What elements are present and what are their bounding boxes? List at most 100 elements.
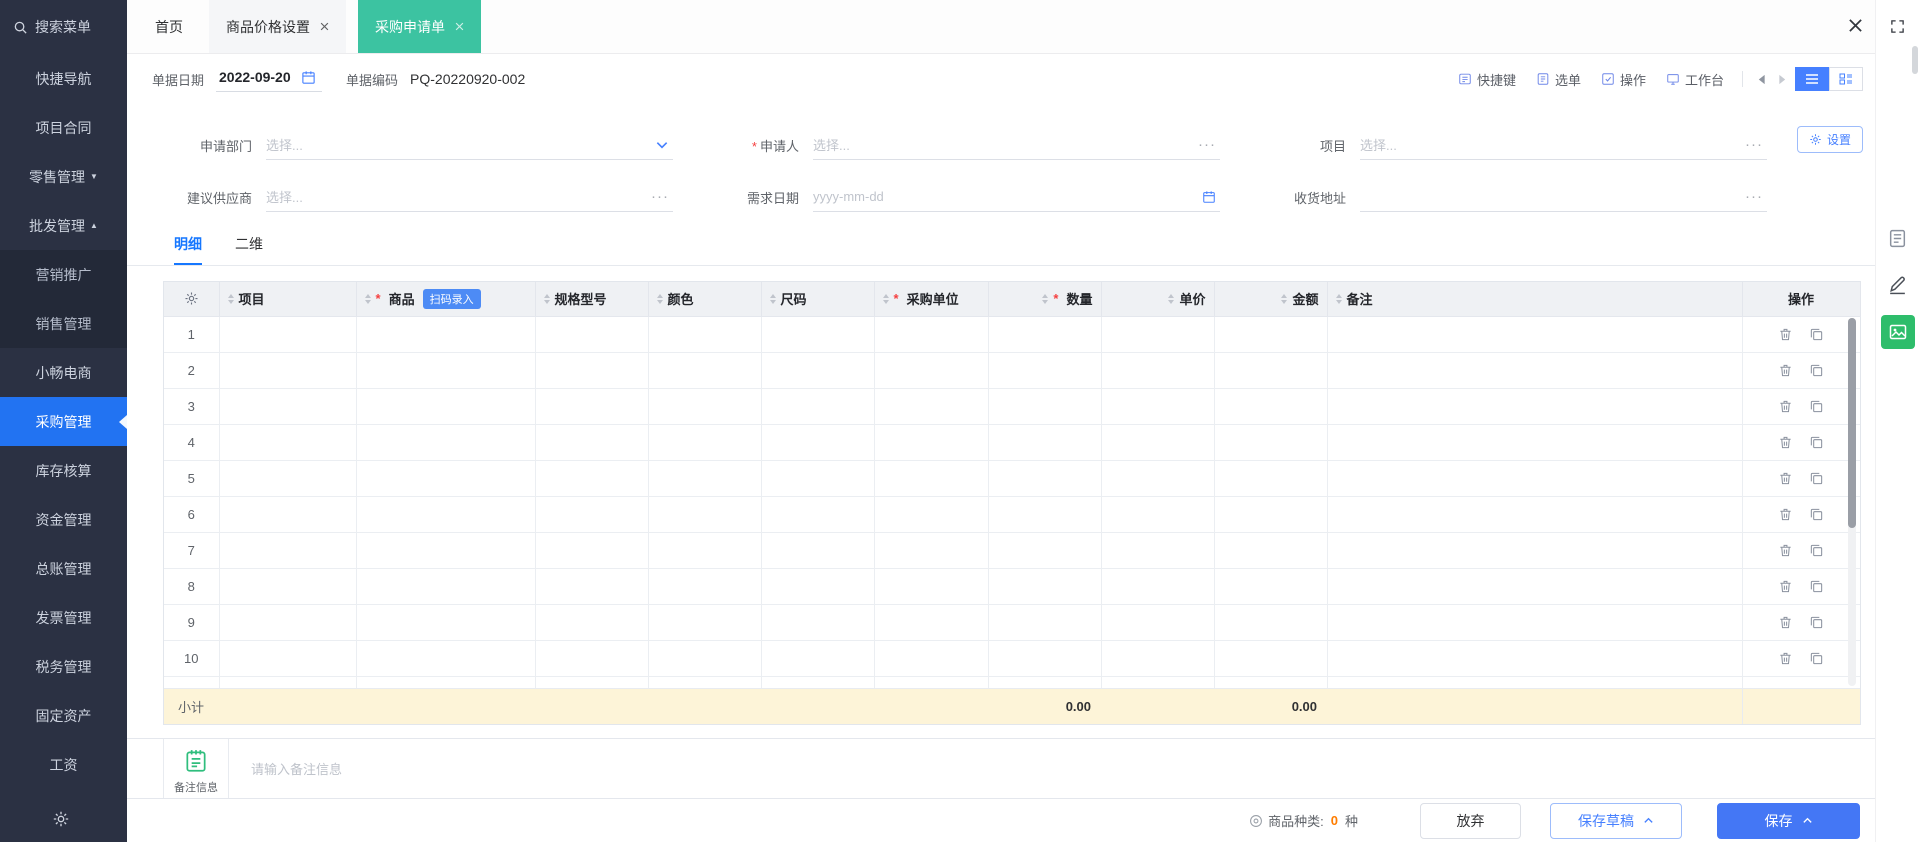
- table-cell[interactable]: [988, 352, 1102, 389]
- table-cell[interactable]: [1327, 388, 1743, 425]
- column-header[interactable]: * 数量: [988, 282, 1102, 317]
- table-cell[interactable]: [1214, 676, 1328, 688]
- scrollbar-thumb[interactable]: [1848, 318, 1856, 528]
- table-cell[interactable]: [535, 532, 649, 569]
- table-cell[interactable]: [1101, 316, 1215, 353]
- table-cell[interactable]: [648, 640, 762, 677]
- copy-row-icon[interactable]: [1809, 399, 1824, 414]
- table-cell[interactable]: [356, 316, 536, 353]
- save-draft-button[interactable]: 保存草稿: [1550, 802, 1682, 839]
- table-cell[interactable]: [1214, 532, 1328, 569]
- table-cell[interactable]: [874, 424, 989, 461]
- copy-row-icon[interactable]: [1809, 363, 1824, 378]
- table-cell[interactable]: [988, 676, 1102, 688]
- table-cell[interactable]: [1101, 676, 1215, 688]
- sort-icon[interactable]: [882, 293, 889, 304]
- sidebar-item-general-ledger[interactable]: 总账管理: [0, 544, 127, 593]
- table-cell[interactable]: [1101, 532, 1215, 569]
- delete-row-icon[interactable]: [1778, 435, 1793, 450]
- delete-row-icon[interactable]: [1778, 507, 1793, 522]
- close-icon[interactable]: [1848, 18, 1863, 33]
- table-cell[interactable]: [1327, 316, 1743, 353]
- table-cell[interactable]: [535, 604, 649, 641]
- table-cell[interactable]: [988, 388, 1102, 425]
- table-cell[interactable]: [648, 676, 762, 688]
- copy-row-icon[interactable]: [1809, 579, 1824, 594]
- table-cell[interactable]: [356, 604, 536, 641]
- copy-row-icon[interactable]: [1809, 543, 1824, 558]
- remark-tab[interactable]: 备注信息: [163, 739, 229, 798]
- sidebar-item-tax-mgmt[interactable]: 税务管理: [0, 642, 127, 691]
- table-cell[interactable]: [219, 424, 357, 461]
- calendar-icon[interactable]: [1202, 190, 1220, 204]
- table-cell[interactable]: [988, 496, 1102, 533]
- table-cell[interactable]: [761, 460, 875, 497]
- column-header[interactable]: 规格型号: [535, 282, 649, 317]
- ellipsis-icon[interactable]: ···: [1745, 188, 1767, 205]
- tab-home[interactable]: 首页: [145, 0, 193, 53]
- table-cell[interactable]: [1214, 460, 1328, 497]
- table-cell[interactable]: [1214, 316, 1328, 353]
- table-cell[interactable]: [761, 496, 875, 533]
- table-cell[interactable]: [1214, 604, 1328, 641]
- table-cell[interactable]: [988, 640, 1102, 677]
- sidebar-item-marketing-promo[interactable]: 营销推广: [0, 250, 127, 299]
- table-cell[interactable]: [761, 532, 875, 569]
- table-cell[interactable]: [1214, 424, 1328, 461]
- field-input[interactable]: yyyy-mm-dd: [813, 182, 1220, 212]
- table-cell[interactable]: [874, 640, 989, 677]
- table-cell[interactable]: [988, 424, 1102, 461]
- sidebar-item-xiaochang-ecommerce[interactable]: 小畅电商: [0, 348, 127, 397]
- table-cell[interactable]: [648, 568, 762, 605]
- table-cell[interactable]: [648, 460, 762, 497]
- column-header[interactable]: 项目: [219, 282, 357, 317]
- copy-row-icon[interactable]: [1809, 687, 1824, 688]
- table-cell[interactable]: [1327, 568, 1743, 605]
- table-cell[interactable]: [1214, 568, 1328, 605]
- table-scrollbar[interactable]: [1848, 318, 1856, 686]
- table-cell[interactable]: [219, 388, 357, 425]
- table-cell[interactable]: [874, 532, 989, 569]
- column-header[interactable]: * 商品 扫码录入: [356, 282, 536, 317]
- table-cell[interactable]: [648, 316, 762, 353]
- tab-product-price-settings[interactable]: 商品价格设置: [209, 0, 346, 53]
- tab-close-icon[interactable]: [320, 22, 329, 31]
- copy-row-icon[interactable]: [1809, 507, 1824, 522]
- table-cell[interactable]: [648, 496, 762, 533]
- table-cell[interactable]: [761, 352, 875, 389]
- tab-close-icon[interactable]: [455, 22, 464, 31]
- copy-row-icon[interactable]: [1809, 327, 1824, 342]
- table-cell[interactable]: [648, 532, 762, 569]
- report-icon[interactable]: [1887, 228, 1908, 249]
- sidebar-item-project-contract[interactable]: 项目合同: [0, 103, 127, 152]
- table-cell[interactable]: [648, 424, 762, 461]
- sidebar-item-retail-mgmt[interactable]: 零售管理 ▼: [0, 152, 127, 201]
- abandon-button[interactable]: 放弃: [1420, 802, 1521, 839]
- table-cell[interactable]: [219, 460, 357, 497]
- table-cell[interactable]: [1101, 460, 1215, 497]
- sort-icon[interactable]: [1042, 293, 1049, 304]
- table-cell[interactable]: [1214, 496, 1328, 533]
- copy-row-icon[interactable]: [1809, 471, 1824, 486]
- settings-button[interactable]: 设置: [1796, 126, 1863, 153]
- table-cell[interactable]: [356, 460, 536, 497]
- table-cell[interactable]: [874, 316, 989, 353]
- sidebar-item-sales-mgmt[interactable]: 销售管理: [0, 299, 127, 348]
- table-cell[interactable]: [219, 640, 357, 677]
- table-cell[interactable]: [1214, 388, 1328, 425]
- table-cell[interactable]: [761, 604, 875, 641]
- column-header[interactable]: 尺码: [761, 282, 875, 317]
- tab-detail[interactable]: 明细: [174, 234, 202, 265]
- delete-row-icon[interactable]: [1778, 579, 1793, 594]
- ellipsis-icon[interactable]: ···: [1745, 136, 1767, 153]
- delete-row-icon[interactable]: [1778, 543, 1793, 558]
- table-cell[interactable]: [356, 424, 536, 461]
- table-cell[interactable]: [356, 388, 536, 425]
- table-cell[interactable]: [874, 568, 989, 605]
- table-cell[interactable]: [356, 496, 536, 533]
- table-cell[interactable]: [1327, 496, 1743, 533]
- table-cell[interactable]: [1101, 568, 1215, 605]
- delete-row-icon[interactable]: [1778, 471, 1793, 486]
- delete-row-icon[interactable]: [1778, 651, 1793, 666]
- expand-icon[interactable]: [1890, 19, 1905, 34]
